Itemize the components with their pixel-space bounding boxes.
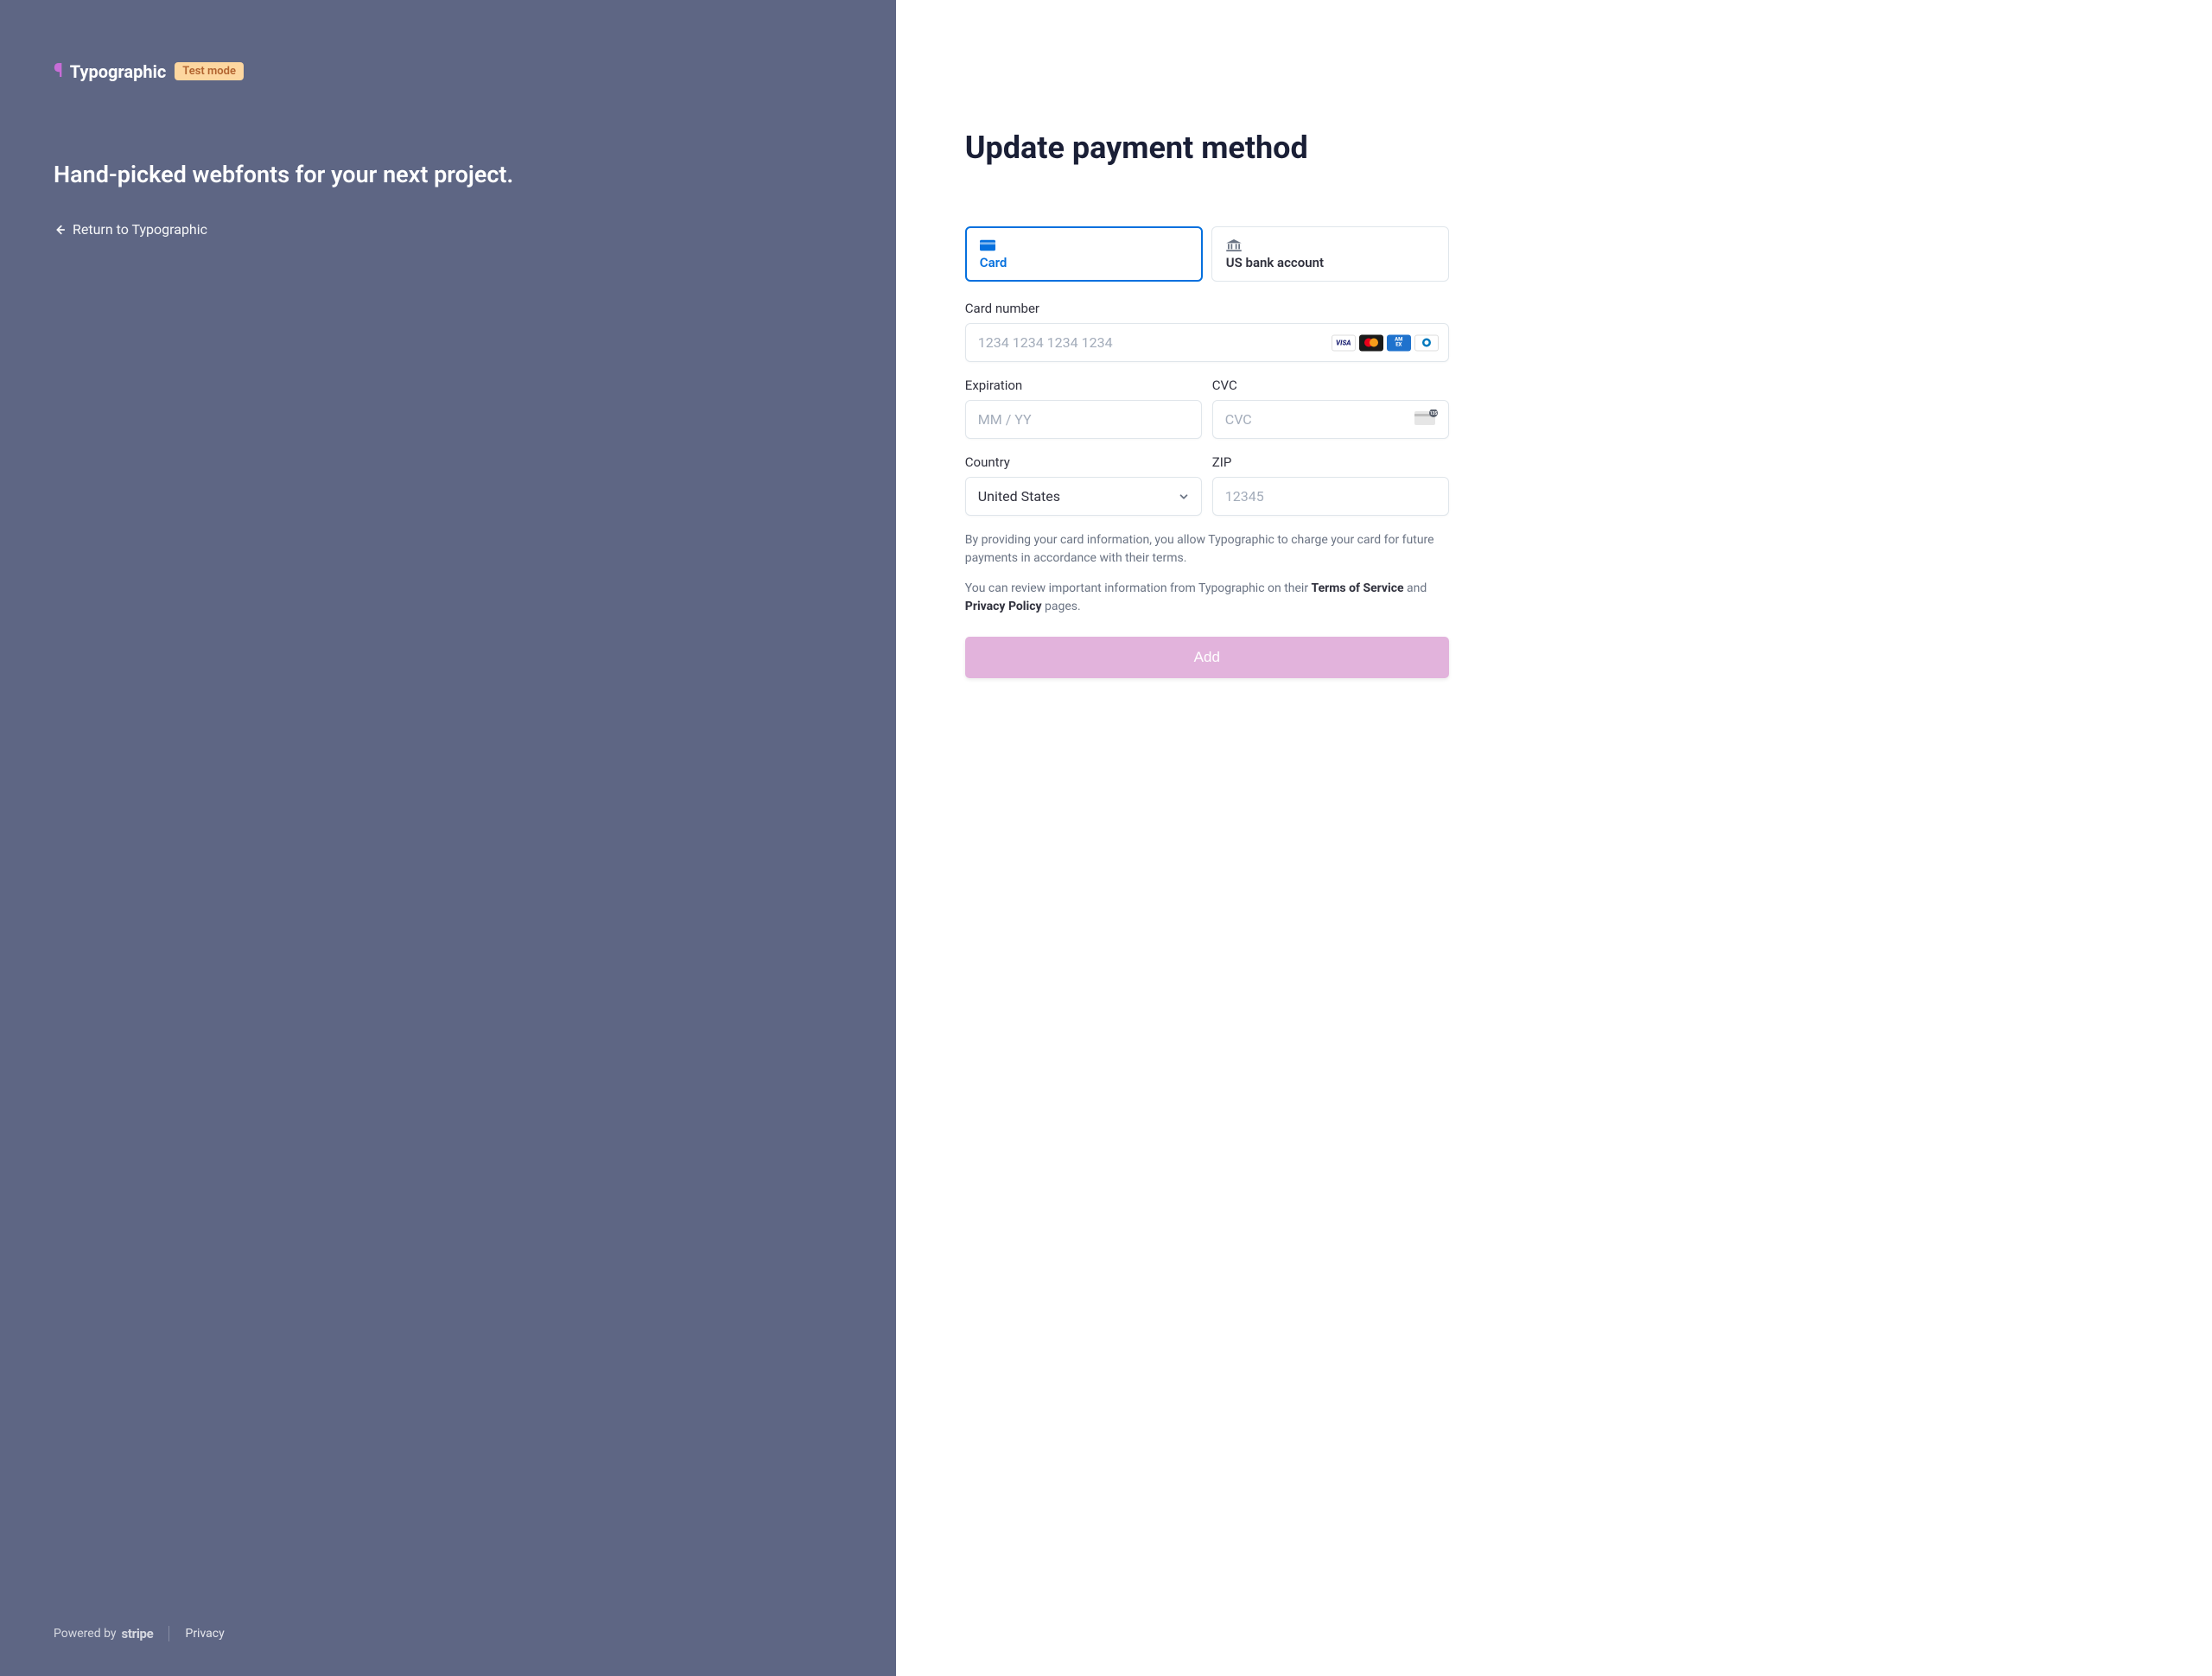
tagline: Hand-picked webfonts for your next proje… [54,160,842,190]
cvc-card-icon: 135 [1414,409,1439,430]
cvc-label: CVC [1212,378,1449,393]
powered-by-label: Powered by [54,1627,117,1641]
sidebar-footer: Powered by stripe Privacy [54,1626,842,1641]
page-title: Update payment method [965,130,1449,166]
add-button[interactable]: Add [965,637,1449,678]
expiration-label: Expiration [965,378,1202,393]
bank-icon [1226,239,1434,251]
svg-text:135: 135 [1429,411,1437,416]
payment-method-tabs: Card US bank account [965,226,1449,282]
card-brand-icons: VISA AMEX [1332,334,1439,351]
mastercard-icon [1359,334,1383,351]
arrow-left-icon [54,224,66,236]
country-label: Country [965,454,1202,470]
card-number-label: Card number [965,301,1449,316]
privacy-link[interactable]: Privacy [185,1627,224,1641]
brand-name: Typographic [70,61,167,82]
legal-disclaimer: By providing your card information, you … [965,531,1449,568]
main-content: Update payment method Card [896,0,1535,1676]
amex-icon: AMEX [1387,334,1411,351]
expiration-input[interactable] [965,400,1202,439]
tab-card-label: Card [980,255,1188,270]
diners-icon [1414,334,1439,351]
cvc-input[interactable] [1212,400,1449,439]
zip-label: ZIP [1212,454,1449,470]
footer-divider [168,1626,169,1641]
pilcrow-icon: ¶ [54,60,63,82]
privacy-policy-link[interactable]: Privacy Policy [965,600,1042,613]
tab-card[interactable]: Card [965,226,1203,282]
return-link[interactable]: Return to Typographic [54,221,842,238]
credit-card-icon [980,239,1188,251]
visa-icon: VISA [1332,334,1356,351]
terms-of-service-link[interactable]: Terms of Service [1312,581,1404,595]
country-select[interactable]: United States [965,477,1202,516]
stripe-logo: stripe [122,1626,154,1641]
powered-by[interactable]: Powered by stripe [54,1626,153,1641]
tab-bank[interactable]: US bank account [1211,226,1449,282]
sidebar: ¶ Typographic Test mode Hand-picked webf… [0,0,896,1676]
brand-row: ¶ Typographic Test mode [54,60,842,82]
return-link-label: Return to Typographic [73,221,207,238]
legal-review: You can review important information fro… [965,580,1449,616]
test-mode-badge: Test mode [175,62,244,80]
tab-bank-label: US bank account [1226,255,1434,270]
zip-input[interactable] [1212,477,1449,516]
